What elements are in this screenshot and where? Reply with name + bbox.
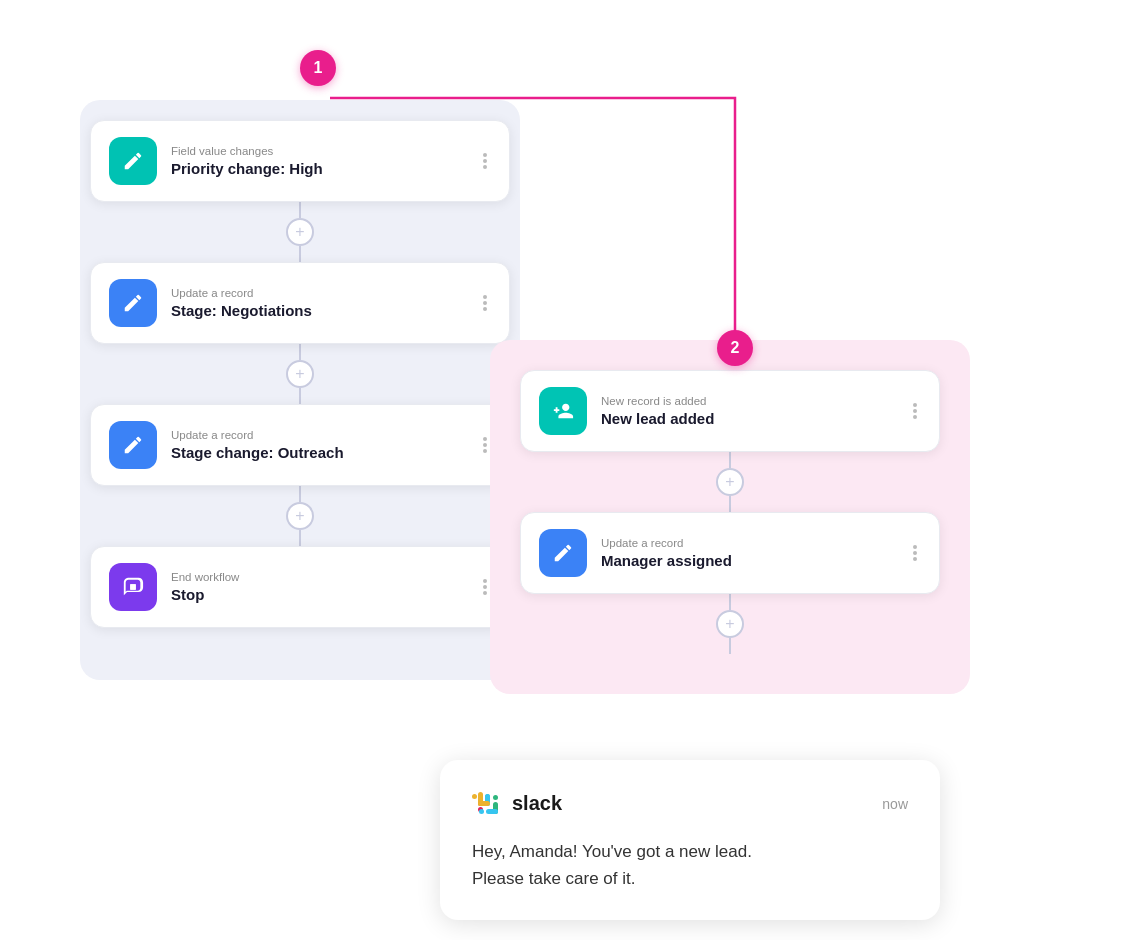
connector-right-2: + — [520, 594, 940, 654]
add-step-right-2[interactable]: + — [716, 610, 744, 638]
card-update2-label: Update a record — [171, 429, 465, 441]
step-badge-1: 1 — [300, 50, 336, 86]
card-update2: Update a record Stage change: Outreach — [90, 404, 510, 486]
svg-rect-9 — [485, 794, 490, 799]
card-new-lead-menu[interactable] — [909, 399, 921, 423]
card-trigger-icon — [109, 137, 157, 185]
card-update1: Update a record Stage: Negotiations — [90, 262, 510, 344]
connector-3: + — [90, 486, 510, 546]
workflow-left: Field value changes Priority change: Hig… — [90, 60, 510, 628]
slack-message-line1: Hey, Amanda! You've got a new lead. — [472, 842, 752, 861]
slack-message: Hey, Amanda! You've got a new lead. Plea… — [472, 838, 908, 892]
step-badge-2: 2 — [717, 330, 753, 366]
workflow-right: New record is added New lead added + Upd… — [490, 340, 970, 694]
card-new-lead-title: New lead added — [601, 410, 895, 427]
card-end: End workflow Stop — [90, 546, 510, 628]
slack-logo: slack — [472, 788, 562, 820]
slack-card: slack now Hey, Amanda! You've got a new … — [440, 760, 940, 920]
connector-2: + — [90, 344, 510, 404]
add-step-2[interactable]: + — [286, 360, 314, 388]
slack-time: now — [882, 796, 908, 812]
card-new-lead-content: New record is added New lead added — [601, 395, 895, 427]
card-update1-title: Stage: Negotiations — [171, 302, 465, 319]
card-trigger-content: Field value changes Priority change: Hig… — [171, 145, 465, 177]
card-update1-label: Update a record — [171, 287, 465, 299]
svg-rect-5 — [493, 795, 498, 800]
card-end-label: End workflow — [171, 571, 465, 583]
card-update1-content: Update a record Stage: Negotiations — [171, 287, 465, 319]
canvas: 1 2 Field value changes Priority change:… — [0, 0, 1140, 940]
card-manager-title: Manager assigned — [601, 552, 895, 569]
card-trigger-menu[interactable] — [479, 149, 491, 173]
card-trigger-label: Field value changes — [171, 145, 465, 157]
slack-app-name: slack — [512, 792, 562, 815]
card-new-lead-icon — [539, 387, 587, 435]
card-new-lead-label: New record is added — [601, 395, 895, 407]
card-end-title: Stop — [171, 586, 465, 603]
add-step-3[interactable]: + — [286, 502, 314, 530]
slack-message-line2: Please take care of it. — [472, 869, 635, 888]
card-manager-label: Update a record — [601, 537, 895, 549]
card-update2-content: Update a record Stage change: Outreach — [171, 429, 465, 461]
connector-right-1: + — [520, 452, 940, 512]
card-new-lead: New record is added New lead added — [520, 370, 940, 452]
svg-rect-6 — [486, 809, 498, 814]
slack-header: slack now — [472, 788, 908, 820]
svg-rect-11 — [478, 801, 483, 806]
card-update1-icon — [109, 279, 157, 327]
card-manager: Update a record Manager assigned — [520, 512, 940, 594]
card-end-icon — [109, 563, 157, 611]
svg-rect-3 — [472, 794, 477, 799]
add-step-1[interactable]: + — [286, 218, 314, 246]
card-manager-content: Update a record Manager assigned — [601, 537, 895, 569]
card-update2-title: Stage change: Outreach — [171, 444, 465, 461]
add-step-right-1[interactable]: + — [716, 468, 744, 496]
card-manager-menu[interactable] — [909, 541, 921, 565]
card-trigger-title: Priority change: High — [171, 160, 465, 177]
card-update1-menu[interactable] — [479, 291, 491, 315]
card-end-content: End workflow Stop — [171, 571, 465, 603]
connector-1: + — [90, 202, 510, 262]
slack-icon — [472, 788, 504, 820]
card-manager-icon — [539, 529, 587, 577]
svg-rect-7 — [479, 809, 484, 814]
card-trigger: Field value changes Priority change: Hig… — [90, 120, 510, 202]
card-update2-icon — [109, 421, 157, 469]
